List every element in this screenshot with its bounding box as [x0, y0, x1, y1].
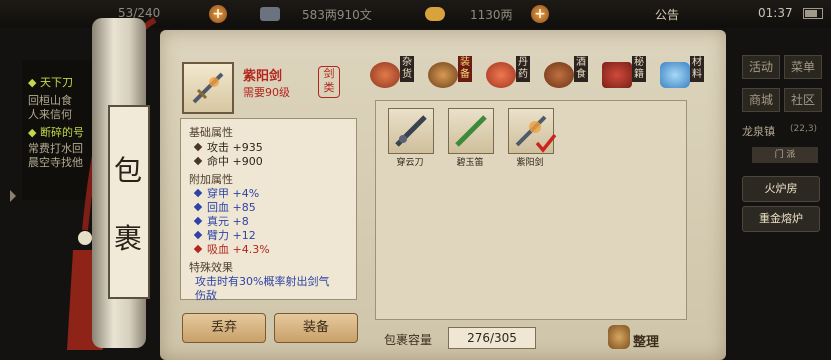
- inventory-slot[interactable]: [448, 108, 494, 154]
- gold-furnace-button[interactable]: 重金熔炉: [742, 206, 820, 232]
- tab-label: 材料: [690, 56, 704, 82]
- stat-lifesteal: 吸血 +4.3%: [193, 241, 270, 257]
- notice-button[interactable]: 公告: [655, 6, 679, 23]
- diamond-bullet-icon: [193, 202, 203, 212]
- expand-arrow-icon[interactable]: [10, 190, 16, 202]
- inventory-item-name: 碧玉笛: [456, 158, 484, 168]
- inventory-slot[interactable]: [508, 108, 557, 154]
- special-effect-line2: 伤敌: [195, 289, 217, 302]
- diamond-bullet-icon: [193, 244, 203, 254]
- tab-label: 杂货: [400, 56, 414, 82]
- ingot-value: 1130两: [470, 8, 513, 22]
- stat-hit: 命中 +900: [193, 153, 263, 169]
- scroll-title-bottom: 裹: [114, 222, 143, 255]
- pouch-icon: [370, 62, 400, 88]
- inventory-slot[interactable]: [388, 108, 434, 154]
- inventory-grid: 穿云刀 碧玉笛 紫阳剑: [375, 100, 687, 320]
- diamond-bullet-icon: [193, 188, 203, 198]
- clock-time: 01:37: [758, 6, 793, 20]
- money-value: 583两910文: [302, 8, 372, 22]
- book-icon: [602, 62, 632, 88]
- diamond-bullet-icon: [193, 142, 203, 152]
- sect-tab[interactable]: 门 派: [752, 147, 818, 163]
- item-name: 紫阳剑: [243, 69, 283, 84]
- item-type-seal: 剑类: [318, 66, 340, 98]
- coin-icon: [260, 7, 280, 21]
- base-attributes-title: 基础属性: [189, 126, 233, 139]
- activity-button[interactable]: 活动: [742, 55, 780, 79]
- location-name: 龙泉镇: [742, 125, 775, 138]
- tab-label: 丹药: [516, 56, 530, 82]
- capacity-value: 276/305: [448, 327, 536, 349]
- diamond-bullet-icon: [193, 230, 203, 240]
- community-button[interactable]: 社区: [784, 88, 822, 112]
- inventory-item-name: 穿云刀: [396, 158, 424, 168]
- tab-label: 酒食: [574, 56, 588, 82]
- furnace-room-button[interactable]: 火炉房: [742, 176, 820, 202]
- diamond-bullet-icon: [193, 216, 203, 226]
- selected-item-frame: [182, 62, 234, 114]
- battery-icon: [803, 8, 823, 19]
- item-level-requirement: 需要90级: [243, 86, 290, 99]
- equipped-check-icon: [535, 133, 557, 153]
- location-coords: (22,3): [790, 124, 818, 134]
- sword-icon: [192, 72, 224, 104]
- wine-jar-icon: [544, 62, 574, 88]
- jade-flute-icon: [455, 115, 487, 147]
- add-ingot-icon[interactable]: +: [531, 5, 549, 23]
- scroll-title-top: 包: [114, 154, 143, 187]
- weapon-icon: [428, 62, 458, 88]
- mall-button[interactable]: 商城: [742, 88, 780, 112]
- capacity-label: 包裹容量: [384, 333, 433, 347]
- add-stamina-icon[interactable]: +: [209, 5, 227, 23]
- tab-label: 装备: [458, 56, 472, 82]
- diamond-bullet-icon: [193, 156, 203, 166]
- sort-button[interactable]: 整理: [633, 331, 659, 350]
- blade-icon: [395, 115, 427, 147]
- bag-icon[interactable]: [608, 325, 630, 349]
- discard-button[interactable]: 丢弃: [182, 313, 266, 343]
- menu-button[interactable]: 菜单: [784, 55, 822, 79]
- inventory-item-name: 紫阳剑: [516, 158, 544, 168]
- ingot-icon: [425, 7, 445, 21]
- tab-label: 秘籍: [632, 56, 646, 82]
- pill-icon: [486, 62, 516, 88]
- item-stats-panel: 基础属性 攻击 +935 命中 +900 附加属性 穿甲 +4% 回血 +85 …: [180, 118, 357, 302]
- crystal-icon: [660, 62, 690, 88]
- scroll-title-tag: 包 裹: [108, 105, 150, 299]
- equip-button[interactable]: 装备: [274, 313, 358, 343]
